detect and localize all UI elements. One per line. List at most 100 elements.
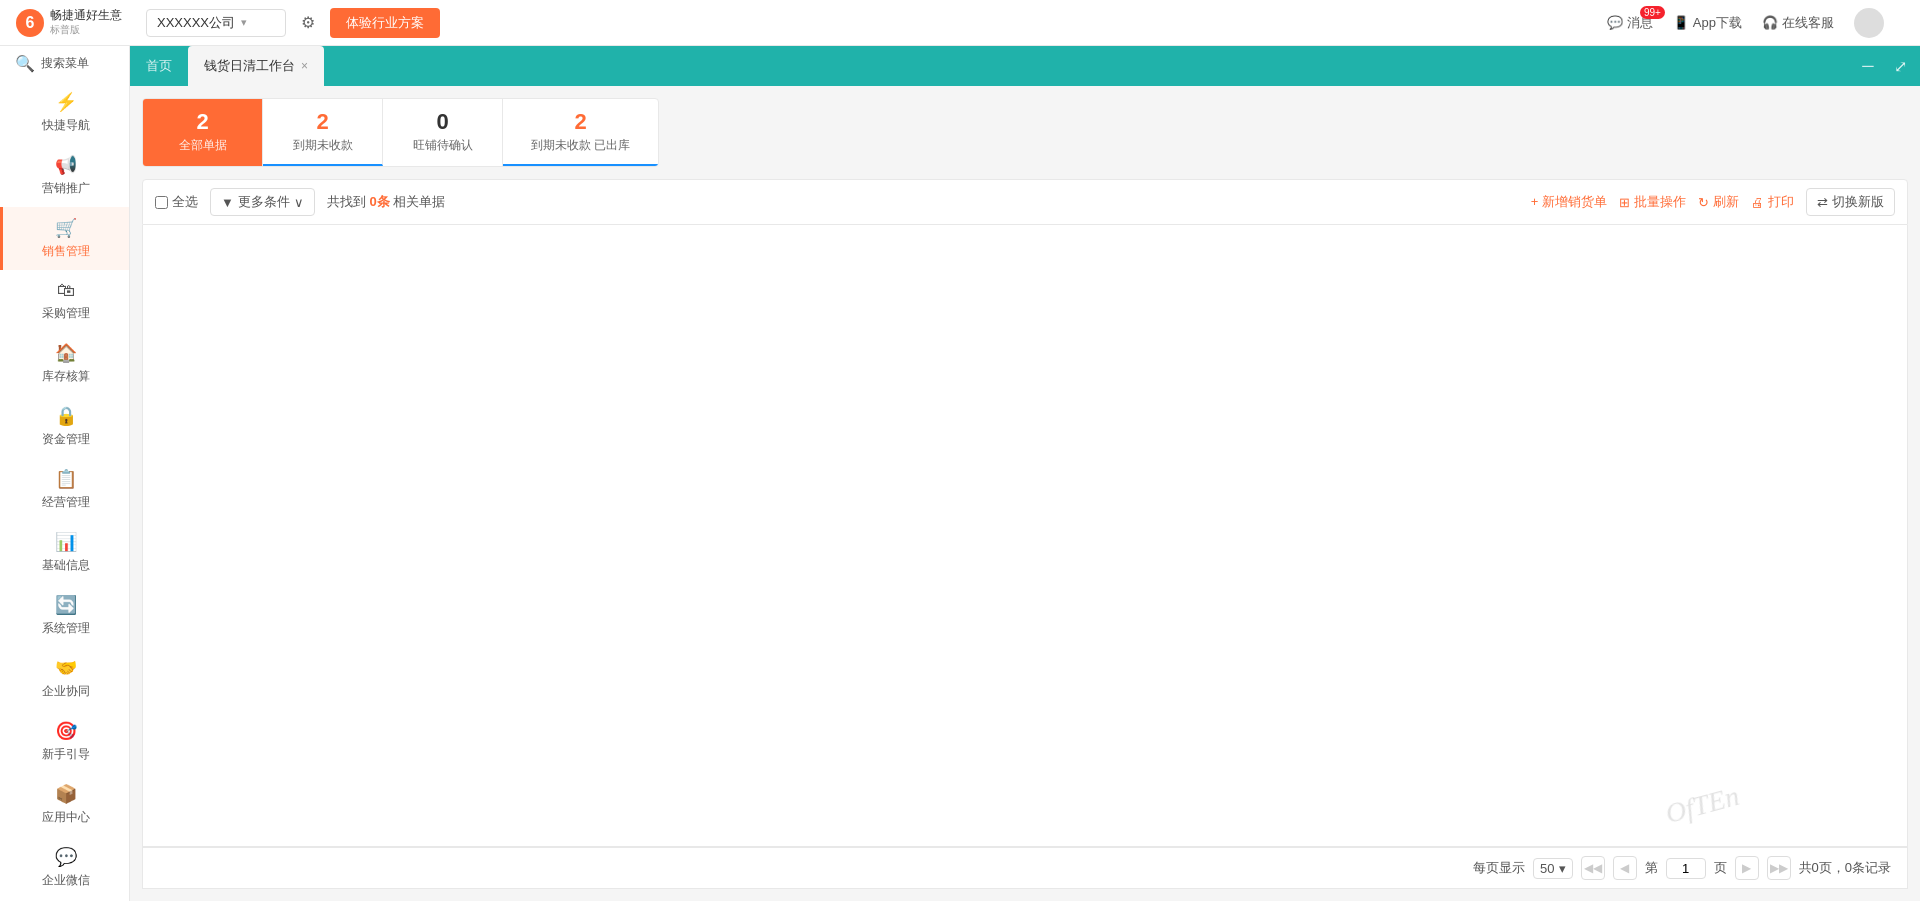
- tab-controls: ─ ⤢: [1856, 54, 1920, 78]
- switch-version-button[interactable]: ⇄ 切换新版: [1806, 188, 1895, 216]
- stat-tab-pending[interactable]: 0 旺铺待确认: [383, 99, 503, 166]
- chevron-down-icon: ▾: [241, 16, 247, 29]
- message-icon: 💬: [1607, 15, 1623, 30]
- sidebar-item-enterprise[interactable]: 🤝 企业协同: [0, 647, 129, 710]
- sidebar-item-label: 企业微信: [42, 872, 90, 889]
- stat-label-overdue: 到期未收款: [291, 137, 354, 154]
- refresh-icon: ↻: [1698, 195, 1709, 210]
- inventory-icon: 🏠: [55, 342, 77, 364]
- sidebar-item-quick-nav[interactable]: ⚡ 快捷导航: [0, 81, 129, 144]
- result-count: 0条: [370, 194, 390, 209]
- sidebar-item-label: 新手引导: [42, 746, 90, 763]
- wechat-icon: 💬: [55, 846, 77, 868]
- app-download-label: App下载: [1693, 14, 1742, 32]
- sidebar-item-label: 基础信息: [42, 557, 90, 574]
- stat-label-shipped: 到期未收款 已出库: [531, 137, 630, 154]
- app-center-icon: 📦: [55, 783, 77, 805]
- batch-label: 批量操作: [1634, 193, 1686, 211]
- page-number-input[interactable]: [1666, 858, 1706, 879]
- purchase-icon: 🛍: [57, 280, 75, 301]
- main-layout: 🔍 搜索菜单 ⚡ 快捷导航 📢 营销推广 🛒 销售管理 🛍 采购管理 🏠 库存核…: [0, 46, 1920, 901]
- app-download-button[interactable]: 📱 App下载: [1673, 14, 1742, 32]
- filter-button[interactable]: ▼ 更多条件 ∨: [210, 188, 315, 216]
- next-page-button[interactable]: ▶: [1735, 856, 1759, 880]
- tab-minimize-button[interactable]: ─: [1856, 54, 1880, 78]
- marketing-icon: 📢: [55, 154, 77, 176]
- finance-icon: 🔒: [55, 405, 77, 427]
- basic-info-icon: 📊: [55, 531, 77, 553]
- trial-button[interactable]: 体验行业方案: [330, 8, 440, 38]
- total-label: 共0页，0条记录: [1799, 859, 1891, 877]
- stat-tab-shipped[interactable]: 2 到期未收款 已出库: [503, 99, 658, 166]
- sidebar-item-app-center[interactable]: 📦 应用中心: [0, 773, 129, 836]
- sidebar-item-system[interactable]: 🔄 系统管理: [0, 584, 129, 647]
- refresh-label: 刷新: [1713, 193, 1739, 211]
- sidebar-item-marketing[interactable]: 📢 营销推广: [0, 144, 129, 207]
- table-area: [142, 225, 1908, 847]
- chevron-icon: ∨: [294, 195, 304, 210]
- company-name: XXXXXX公司: [157, 14, 235, 32]
- print-label: 打印: [1768, 193, 1794, 211]
- tab-maximize-button[interactable]: ⤢: [1888, 54, 1912, 78]
- stat-label-pending: 旺铺待确认: [411, 137, 474, 154]
- last-page-button[interactable]: ▶▶: [1767, 856, 1791, 880]
- select-all-checkbox[interactable]: 全选: [155, 193, 198, 211]
- result-suffix: 相关单据: [393, 194, 445, 209]
- stat-count-all: 2: [171, 109, 234, 135]
- sidebar-search[interactable]: 🔍 搜索菜单: [0, 46, 129, 81]
- print-button[interactable]: 🖨 打印: [1751, 193, 1794, 211]
- company-selector[interactable]: XXXXXX公司 ▾: [146, 9, 286, 37]
- logo-subtitle: 标普版: [50, 23, 122, 37]
- sidebar-item-sales[interactable]: 🛒 销售管理: [0, 207, 129, 270]
- sidebar-item-label: 快捷导航: [42, 117, 90, 134]
- main-content: 首页 钱货日清工作台 × ─ ⤢ 2 全部单据 2 到期未收款: [130, 46, 1920, 901]
- toolbar: 全选 ▼ 更多条件 ∨ 共找到 0条 相关单据 + 新增销货单 ⊞ 批量操作: [142, 179, 1908, 225]
- select-all-input[interactable]: [155, 196, 168, 209]
- switch-label: 切换新版: [1832, 193, 1884, 211]
- page-size-chevron: ▾: [1559, 861, 1566, 876]
- page-size-select[interactable]: 50 ▾: [1533, 858, 1572, 879]
- online-service-button[interactable]: 🎧 在线客服: [1762, 14, 1834, 32]
- stat-tab-overdue[interactable]: 2 到期未收款: [263, 99, 383, 166]
- sidebar-item-label: 经营管理: [42, 494, 90, 511]
- sidebar-item-operations[interactable]: 📋 经营管理: [0, 458, 129, 521]
- stat-tab-all[interactable]: 2 全部单据: [143, 99, 263, 166]
- print-icon: 🖨: [1751, 195, 1764, 210]
- page-suffix: 页: [1714, 859, 1727, 877]
- tab-close-icon[interactable]: ×: [301, 59, 308, 73]
- stat-count-overdue: 2: [291, 109, 354, 135]
- message-button[interactable]: 💬 消息 99+: [1607, 14, 1653, 32]
- page-size-value: 50: [1540, 861, 1554, 876]
- header-right: 💬 消息 99+ 📱 App下载 🎧 在线客服: [1607, 8, 1904, 38]
- download-icon: 📱: [1673, 15, 1689, 30]
- enterprise-icon: 🤝: [55, 657, 77, 679]
- system-icon: 🔄: [55, 594, 77, 616]
- sidebar-item-purchase[interactable]: 🛍 采购管理: [0, 270, 129, 332]
- switch-icon: ⇄: [1817, 195, 1828, 210]
- gear-icon: ⚙: [301, 13, 315, 32]
- batch-operation-button[interactable]: ⊞ 批量操作: [1619, 193, 1686, 211]
- sidebar-item-basic-info[interactable]: 📊 基础信息: [0, 521, 129, 584]
- sidebar-item-label: 采购管理: [42, 305, 90, 322]
- batch-icon: ⊞: [1619, 195, 1630, 210]
- sidebar-item-wechat[interactable]: 💬 企业微信: [0, 836, 129, 899]
- first-page-button[interactable]: ◀◀: [1581, 856, 1605, 880]
- settings-button[interactable]: ⚙: [294, 9, 322, 37]
- tab-home[interactable]: 首页: [130, 46, 188, 86]
- message-badge: 99+: [1640, 6, 1665, 19]
- add-sale-order-button[interactable]: + 新增销货单: [1531, 193, 1607, 211]
- sidebar-item-inventory[interactable]: 🏠 库存核算: [0, 332, 129, 395]
- search-icon: 🔍: [15, 54, 35, 73]
- page-content: 2 全部单据 2 到期未收款 0 旺铺待确认 2 到期未收款 已出库: [130, 86, 1920, 901]
- sidebar-item-label: 应用中心: [42, 809, 90, 826]
- tab-bar: 首页 钱货日清工作台 × ─ ⤢: [130, 46, 1920, 86]
- sidebar-item-finance[interactable]: 🔒 资金管理: [0, 395, 129, 458]
- select-all-label: 全选: [172, 193, 198, 211]
- guide-icon: 🎯: [55, 720, 77, 742]
- refresh-button[interactable]: ↻ 刷新: [1698, 193, 1739, 211]
- search-menu-label: 搜索菜单: [41, 55, 89, 72]
- user-avatar[interactable]: [1854, 8, 1884, 38]
- sidebar-item-guide[interactable]: 🎯 新手引导: [0, 710, 129, 773]
- tab-work-station[interactable]: 钱货日清工作台 ×: [188, 46, 324, 86]
- prev-page-button[interactable]: ◀: [1613, 856, 1637, 880]
